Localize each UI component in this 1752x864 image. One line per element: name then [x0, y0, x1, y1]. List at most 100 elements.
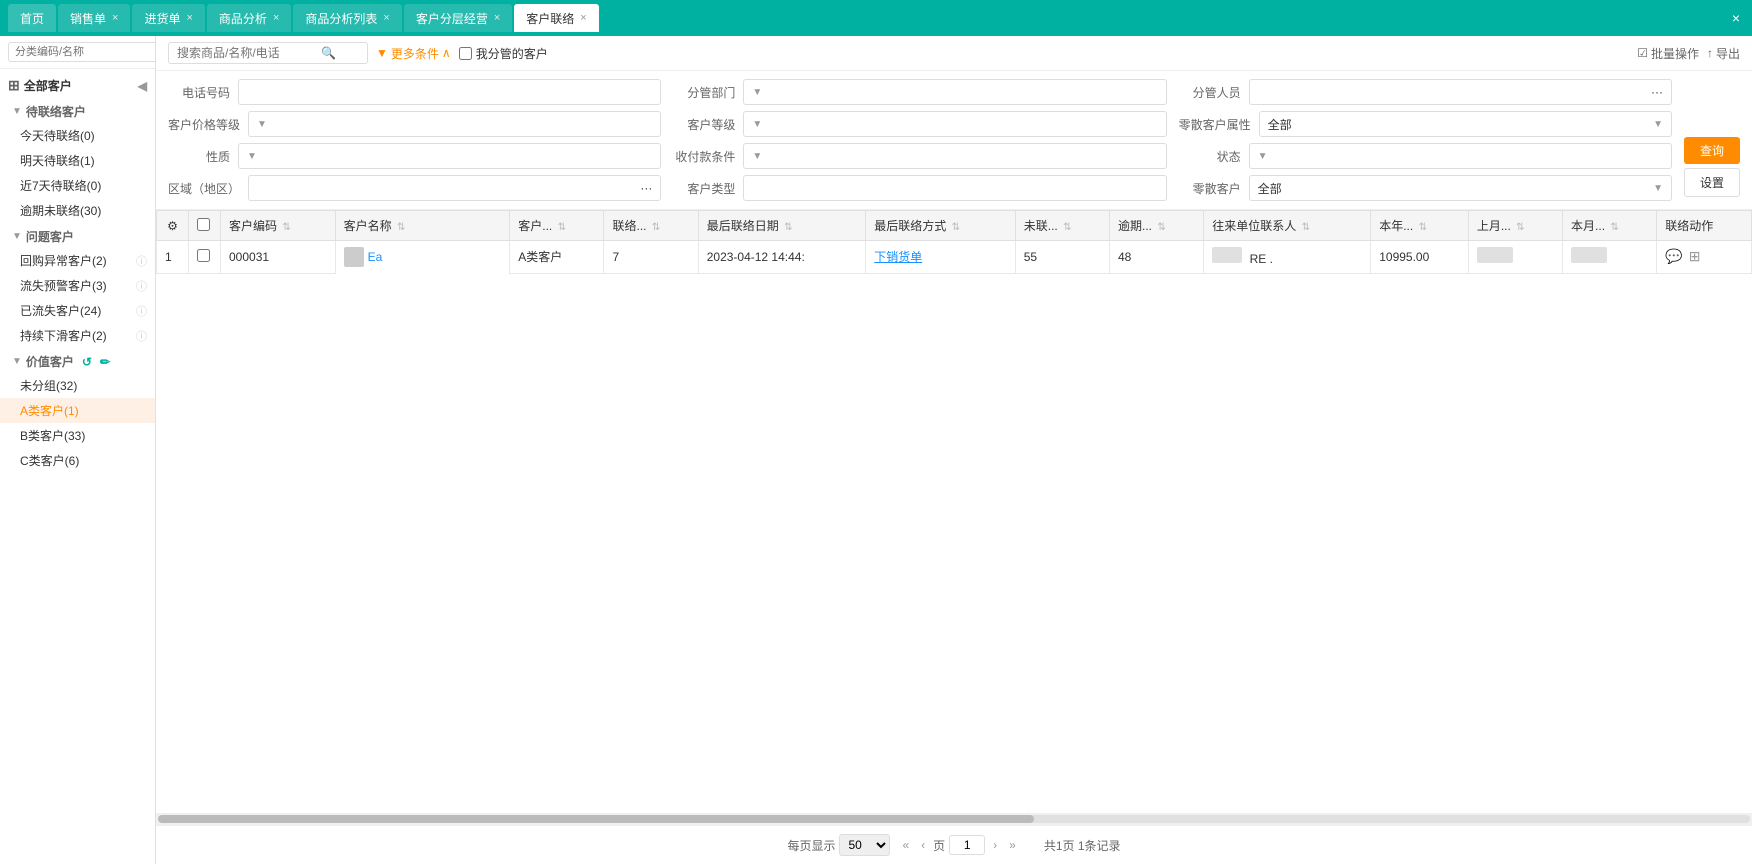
- th-contact-count[interactable]: 联络... ⇅: [604, 211, 698, 241]
- close-sales-icon[interactable]: ×: [112, 12, 118, 24]
- customer-type-input[interactable]: [743, 175, 1166, 201]
- settings-button[interactable]: 设置: [1684, 168, 1740, 197]
- th-last-month[interactable]: 上月... ⇅: [1468, 211, 1562, 241]
- close-customer-tier-icon[interactable]: ×: [494, 12, 500, 24]
- nav-tab-sales[interactable]: 销售单 ×: [58, 4, 130, 32]
- sidebar-item-declining[interactable]: 持续下滑客户(2) ⓘ: [0, 323, 155, 348]
- sidebar: 🔍 ⊞ 全部客户 ◀ ▼ 待联络客户 今天待联络(0) 明天待联络(1) 近7天…: [0, 36, 156, 864]
- th-overdue[interactable]: 逾期... ⇅: [1109, 211, 1203, 241]
- customer-contact-label: 客户联络: [526, 10, 574, 27]
- th-not-contacted[interactable]: 未联... ⇅: [1015, 211, 1109, 241]
- sort-type-icon: ⇅: [558, 222, 566, 233]
- export-button[interactable]: ↑ 导出: [1707, 45, 1740, 62]
- nav-tab-analysis[interactable]: 商品分析 ×: [207, 4, 291, 32]
- nav-tab-customer-contact[interactable]: 客户联络 ×: [514, 4, 598, 32]
- sidebar-item-tomorrow[interactable]: 明天待联络(1): [0, 148, 155, 173]
- filter-search-icon[interactable]: 🔍: [321, 46, 336, 60]
- batch-ops-button[interactable]: ☑ 批量操作: [1637, 45, 1699, 62]
- sidebar-item-churned[interactable]: 已流失客户(24) ⓘ: [0, 298, 155, 323]
- sidebar-item-today[interactable]: 今天待联络(0): [0, 123, 155, 148]
- query-button[interactable]: 查询: [1684, 137, 1740, 164]
- value-customers-title: 价值客户: [26, 353, 74, 370]
- sidebar-item-class-c[interactable]: C类客户(6): [0, 448, 155, 473]
- refresh-icon[interactable]: ↺: [82, 355, 92, 369]
- filter-bar: 🔍 ▼ 更多条件 ∧ 我分管的客户 ☑ 批量操作 ↑ 导出: [156, 36, 1752, 71]
- nav-tab-home[interactable]: 首页: [8, 4, 56, 32]
- status-select[interactable]: ▼: [1249, 143, 1672, 169]
- th-current-month[interactable]: 本月... ⇅: [1563, 211, 1657, 241]
- sidebar-search-input[interactable]: [8, 42, 156, 62]
- manager-input[interactable]: ···: [1249, 79, 1672, 105]
- chat-action-icon[interactable]: 💬: [1665, 248, 1682, 265]
- prev-page-button[interactable]: ‹: [917, 836, 929, 854]
- churn-warning-label: 流失预警客户(3): [20, 277, 136, 294]
- pending-contact-title: 待联络客户: [26, 103, 86, 120]
- td-last-method: 下销货单: [866, 241, 1016, 274]
- my-customers-checkbox[interactable]: 我分管的客户: [459, 45, 548, 62]
- customer-name-text[interactable]: Ea: [368, 250, 383, 264]
- settings-gear-icon[interactable]: ⚙: [167, 219, 178, 233]
- th-type[interactable]: 客户... ⇅: [510, 211, 604, 241]
- th-contact-person[interactable]: 往来单位联系人 ⇅: [1204, 211, 1371, 241]
- th-code[interactable]: 客户编码 ⇅: [221, 211, 336, 241]
- close-analysis-list-icon[interactable]: ×: [383, 12, 389, 24]
- close-purchase-icon[interactable]: ×: [186, 12, 192, 24]
- horizontal-scrollbar[interactable]: [156, 813, 1752, 825]
- filter-cell-dept: 分管部门 ▼: [673, 79, 1166, 105]
- sidebar-item-7days[interactable]: 近7天待联络(0): [0, 173, 155, 198]
- retail-attr-select[interactable]: 全部 ▼: [1259, 111, 1672, 137]
- phone-input[interactable]: [238, 79, 661, 105]
- select-all-checkbox[interactable]: [197, 218, 210, 231]
- more-conditions-button[interactable]: ▼ 更多条件 ∧: [376, 45, 451, 62]
- sidebar-item-class-a[interactable]: A类客户(1): [0, 398, 155, 423]
- close-analysis-icon[interactable]: ×: [273, 12, 279, 24]
- sidebar-item-unclassified[interactable]: 未分组(32): [0, 373, 155, 398]
- batch-ops-label: 批量操作: [1651, 45, 1699, 62]
- my-customers-check[interactable]: [459, 47, 472, 60]
- nav-tab-purchase[interactable]: 进货单 ×: [132, 4, 204, 32]
- th-actions: 联络动作: [1657, 211, 1752, 241]
- price-grade-select[interactable]: ▼: [248, 111, 661, 137]
- sidebar-item-overdue[interactable]: 逾期未联络(30): [0, 198, 155, 223]
- page-number-input[interactable]: [949, 835, 985, 855]
- row-checkbox[interactable]: [197, 249, 210, 262]
- close-all-button[interactable]: ×: [1728, 6, 1744, 30]
- th-name[interactable]: 客户名称 ⇅: [335, 211, 510, 241]
- filter-cell-nature: 性质 ▼: [168, 143, 661, 169]
- th-last-method[interactable]: 最后联络方式 ⇅: [866, 211, 1016, 241]
- grid-action-icon[interactable]: ⊞: [1689, 248, 1701, 265]
- retail-select[interactable]: 全部 ▼: [1249, 175, 1672, 201]
- last-page-button[interactable]: »: [1005, 836, 1020, 854]
- nature-label: 性质: [168, 148, 238, 165]
- sidebar-item-churn-warning[interactable]: 流失预警客户(3) ⓘ: [0, 273, 155, 298]
- sidebar-header: ⊞ 全部客户 ◀: [0, 69, 155, 98]
- collapse-sidebar-icon[interactable]: ◀: [138, 79, 147, 93]
- region-input[interactable]: ···: [248, 175, 661, 201]
- payment-label: 收付款条件: [673, 148, 743, 165]
- data-table-container: ⚙ 客户编码 ⇅ 客户名称 ⇅: [156, 210, 1752, 813]
- payment-select[interactable]: ▼: [743, 143, 1166, 169]
- scroll-thumb[interactable]: [158, 815, 1034, 823]
- close-customer-contact-icon[interactable]: ×: [580, 12, 586, 24]
- sidebar-item-abnormal[interactable]: 回购异常客户(2) ⓘ: [0, 248, 155, 273]
- td-overdue: 48: [1109, 241, 1203, 274]
- per-page-label: 每页显示: [787, 837, 835, 854]
- sort-current-month-icon: ⇅: [1610, 222, 1618, 233]
- dept-select[interactable]: ▼: [743, 79, 1166, 105]
- edit-value-icon[interactable]: ✏: [100, 355, 110, 369]
- info-icon-declining: ⓘ: [136, 328, 147, 344]
- more-conditions-label: 更多条件: [391, 45, 439, 62]
- filter-search-input[interactable]: [177, 46, 317, 60]
- th-current-year[interactable]: 本年... ⇅: [1371, 211, 1469, 241]
- nav-tab-customer-tier[interactable]: 客户分层经营 ×: [404, 4, 512, 32]
- last-method-link[interactable]: 下销货单: [874, 250, 922, 264]
- first-page-button[interactable]: «: [898, 836, 913, 854]
- next-page-button[interactable]: ›: [989, 836, 1001, 854]
- customer-grade-select[interactable]: ▼: [743, 111, 1166, 137]
- churned-label: 已流失客户(24): [20, 302, 136, 319]
- sidebar-item-class-b[interactable]: B类客户(33): [0, 423, 155, 448]
- per-page-select[interactable]: 50 100 200: [839, 834, 890, 856]
- nav-tab-analysis-list[interactable]: 商品分析列表 ×: [293, 4, 401, 32]
- th-last-date[interactable]: 最后联络日期 ⇅: [698, 211, 866, 241]
- nature-select[interactable]: ▼: [238, 143, 661, 169]
